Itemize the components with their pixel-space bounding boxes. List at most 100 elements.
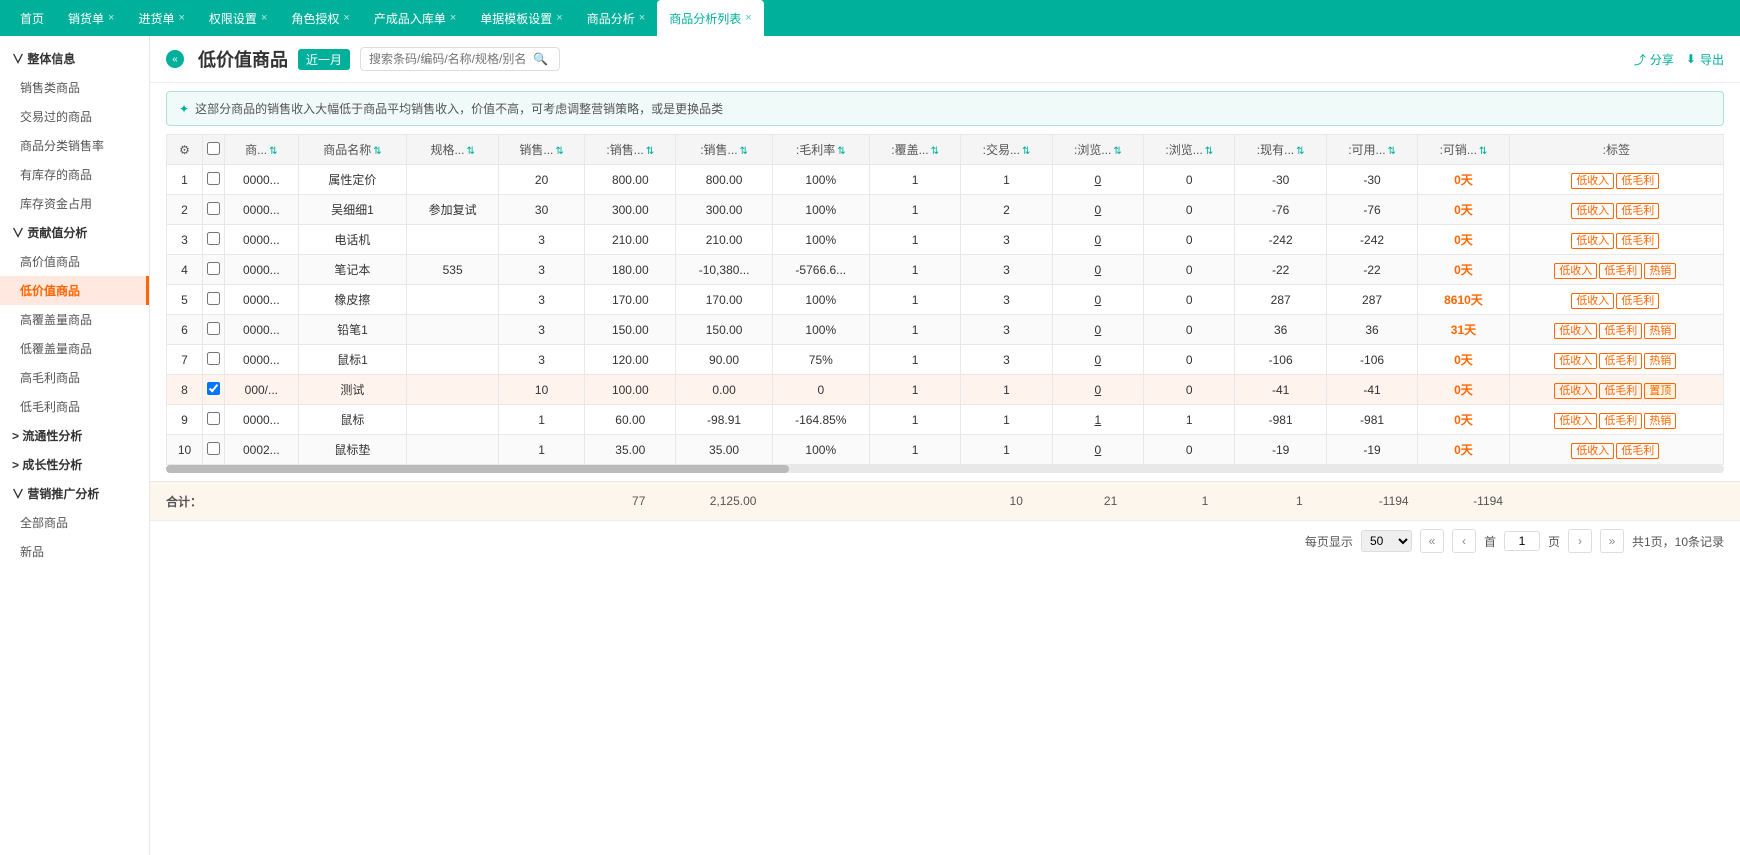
nav-permission-close[interactable]: × xyxy=(261,12,267,24)
cell-checkbox[interactable] xyxy=(203,225,225,255)
nav-analysis-close[interactable]: × xyxy=(639,12,645,24)
sidebar-item-new-goods[interactable]: 新品 xyxy=(0,537,149,566)
cell-browse1[interactable]: 0 xyxy=(1052,375,1143,405)
th-name[interactable]: 商品名称⇅ xyxy=(298,135,407,165)
th-settings[interactable]: ⚙ xyxy=(167,135,203,165)
nav-home[interactable]: 首页 xyxy=(8,0,56,36)
cell-checkbox[interactable] xyxy=(203,165,225,195)
row-checkbox[interactable] xyxy=(207,382,220,395)
cell-checkbox[interactable] xyxy=(203,405,225,435)
browse1-link[interactable]: 1 xyxy=(1095,413,1102,427)
cell-browse1[interactable]: 0 xyxy=(1052,255,1143,285)
per-page-select[interactable]: 50 100 200 xyxy=(1361,530,1412,552)
next-page-btn[interactable]: › xyxy=(1568,529,1592,553)
cell-browse1[interactable]: 0 xyxy=(1052,195,1143,225)
th-stock2[interactable]: :可用...⇅ xyxy=(1326,135,1417,165)
sidebar-section-overview[interactable]: ∨ 整体信息 xyxy=(0,44,149,73)
cell-browse1[interactable]: 0 xyxy=(1052,165,1143,195)
row-checkbox[interactable] xyxy=(207,172,220,185)
sidebar-collapse-btn[interactable]: « xyxy=(166,50,184,68)
cell-checkbox[interactable] xyxy=(203,345,225,375)
search-input[interactable] xyxy=(369,52,529,66)
browse1-link[interactable]: 0 xyxy=(1095,323,1102,337)
browse1-link[interactable]: 0 xyxy=(1095,443,1102,457)
th-tags[interactable]: :标签 xyxy=(1509,135,1723,165)
th-sale1[interactable]: 销售...⇅ xyxy=(499,135,585,165)
browse1-link[interactable]: 0 xyxy=(1095,203,1102,217)
nav-analysis[interactable]: 商品分析 × xyxy=(575,0,657,36)
nav-purchase-close[interactable]: × xyxy=(178,12,184,24)
cell-browse1[interactable]: 0 xyxy=(1052,315,1143,345)
cell-checkbox[interactable] xyxy=(203,315,225,345)
browse1-link[interactable]: 0 xyxy=(1095,233,1102,247)
cell-checkbox[interactable] xyxy=(203,375,225,405)
select-all-checkbox[interactable] xyxy=(207,142,220,155)
sidebar-item-traded-goods[interactable]: 交易过的商品 xyxy=(0,102,149,131)
cell-browse1[interactable]: 0 xyxy=(1052,285,1143,315)
nav-role-close[interactable]: × xyxy=(343,12,349,24)
row-checkbox[interactable] xyxy=(207,322,220,335)
cell-checkbox[interactable] xyxy=(203,195,225,225)
nav-role[interactable]: 角色授权 × xyxy=(279,0,361,36)
cell-checkbox[interactable] xyxy=(203,255,225,285)
sidebar-section-flow[interactable]: > 流通性分析 xyxy=(0,421,149,450)
search-box[interactable]: 🔍 xyxy=(360,47,560,71)
sidebar-section-contribution[interactable]: ∨ 贡献值分析 xyxy=(0,218,149,247)
th-sale2[interactable]: :销售...⇅ xyxy=(585,135,676,165)
sidebar-item-high-coverage[interactable]: 高覆盖量商品 xyxy=(0,305,149,334)
cell-browse1[interactable]: 0 xyxy=(1052,225,1143,255)
nav-template[interactable]: 单据模板设置 × xyxy=(468,0,574,36)
nav-sales-close[interactable]: × xyxy=(108,12,114,24)
filter-tag[interactable]: 近一月 xyxy=(298,49,350,70)
row-checkbox[interactable] xyxy=(207,292,220,305)
th-stock1[interactable]: :现有...⇅ xyxy=(1235,135,1326,165)
nav-warehouse[interactable]: 产成品入库单 × xyxy=(362,0,468,36)
prev-page-btn[interactable]: ‹ xyxy=(1452,529,1476,553)
last-page-btn[interactable]: » xyxy=(1600,529,1624,553)
th-trade[interactable]: :交易...⇅ xyxy=(961,135,1052,165)
sidebar-item-low-profit[interactable]: 低毛利商品 xyxy=(0,392,149,421)
nav-sales[interactable]: 销货单 × xyxy=(56,0,126,36)
sidebar-item-sales-goods[interactable]: 销售类商品 xyxy=(0,73,149,102)
cell-checkbox[interactable] xyxy=(203,285,225,315)
cell-checkbox[interactable] xyxy=(203,435,225,465)
sidebar-item-stock-goods[interactable]: 有库存的商品 xyxy=(0,160,149,189)
sidebar-item-high-profit[interactable]: 高毛利商品 xyxy=(0,363,149,392)
th-code[interactable]: 商...⇅ xyxy=(225,135,299,165)
nav-warehouse-close[interactable]: × xyxy=(450,12,456,24)
th-spec[interactable]: 规格...⇅ xyxy=(407,135,499,165)
row-checkbox[interactable] xyxy=(207,352,220,365)
th-gross[interactable]: :毛利率⇅ xyxy=(772,135,869,165)
nav-template-close[interactable]: × xyxy=(556,12,562,24)
th-browse2[interactable]: :浏览...⇅ xyxy=(1144,135,1235,165)
first-page-btn[interactable]: « xyxy=(1420,529,1444,553)
row-checkbox[interactable] xyxy=(207,202,220,215)
th-cover[interactable]: :覆盖...⇅ xyxy=(869,135,960,165)
nav-permission[interactable]: 权限设置 × xyxy=(197,0,279,36)
th-sale3[interactable]: :销售...⇅ xyxy=(676,135,772,165)
sidebar-section-growth[interactable]: > 成长性分析 xyxy=(0,450,149,479)
row-checkbox[interactable] xyxy=(207,262,220,275)
nav-analysis-list-close[interactable]: × xyxy=(745,12,751,24)
export-button[interactable]: ⬇ 导出 xyxy=(1686,51,1724,68)
browse1-link[interactable]: 0 xyxy=(1095,293,1102,307)
sidebar-item-low-coverage[interactable]: 低覆盖量商品 xyxy=(0,334,149,363)
row-checkbox[interactable] xyxy=(207,442,220,455)
browse1-link[interactable]: 0 xyxy=(1095,263,1102,277)
page-input[interactable] xyxy=(1504,531,1540,551)
share-button[interactable]: ⤴ 分享 xyxy=(1634,51,1674,68)
nav-purchase[interactable]: 进货单 × xyxy=(126,0,196,36)
row-checkbox[interactable] xyxy=(207,412,220,425)
sidebar-item-high-value[interactable]: 高价值商品 xyxy=(0,247,149,276)
th-checkbox[interactable] xyxy=(203,135,225,165)
horizontal-scrollbar[interactable] xyxy=(166,465,1724,473)
cell-browse1[interactable]: 0 xyxy=(1052,435,1143,465)
row-checkbox[interactable] xyxy=(207,232,220,245)
th-browse1[interactable]: :浏览...⇅ xyxy=(1052,135,1143,165)
sidebar-item-all-goods[interactable]: 全部商品 xyxy=(0,508,149,537)
browse1-link[interactable]: 0 xyxy=(1095,173,1102,187)
sidebar-item-stock-capital[interactable]: 库存资金占用 xyxy=(0,189,149,218)
cell-browse1[interactable]: 0 xyxy=(1052,345,1143,375)
sidebar-item-category-rate[interactable]: 商品分类销售率 xyxy=(0,131,149,160)
browse1-link[interactable]: 0 xyxy=(1095,353,1102,367)
